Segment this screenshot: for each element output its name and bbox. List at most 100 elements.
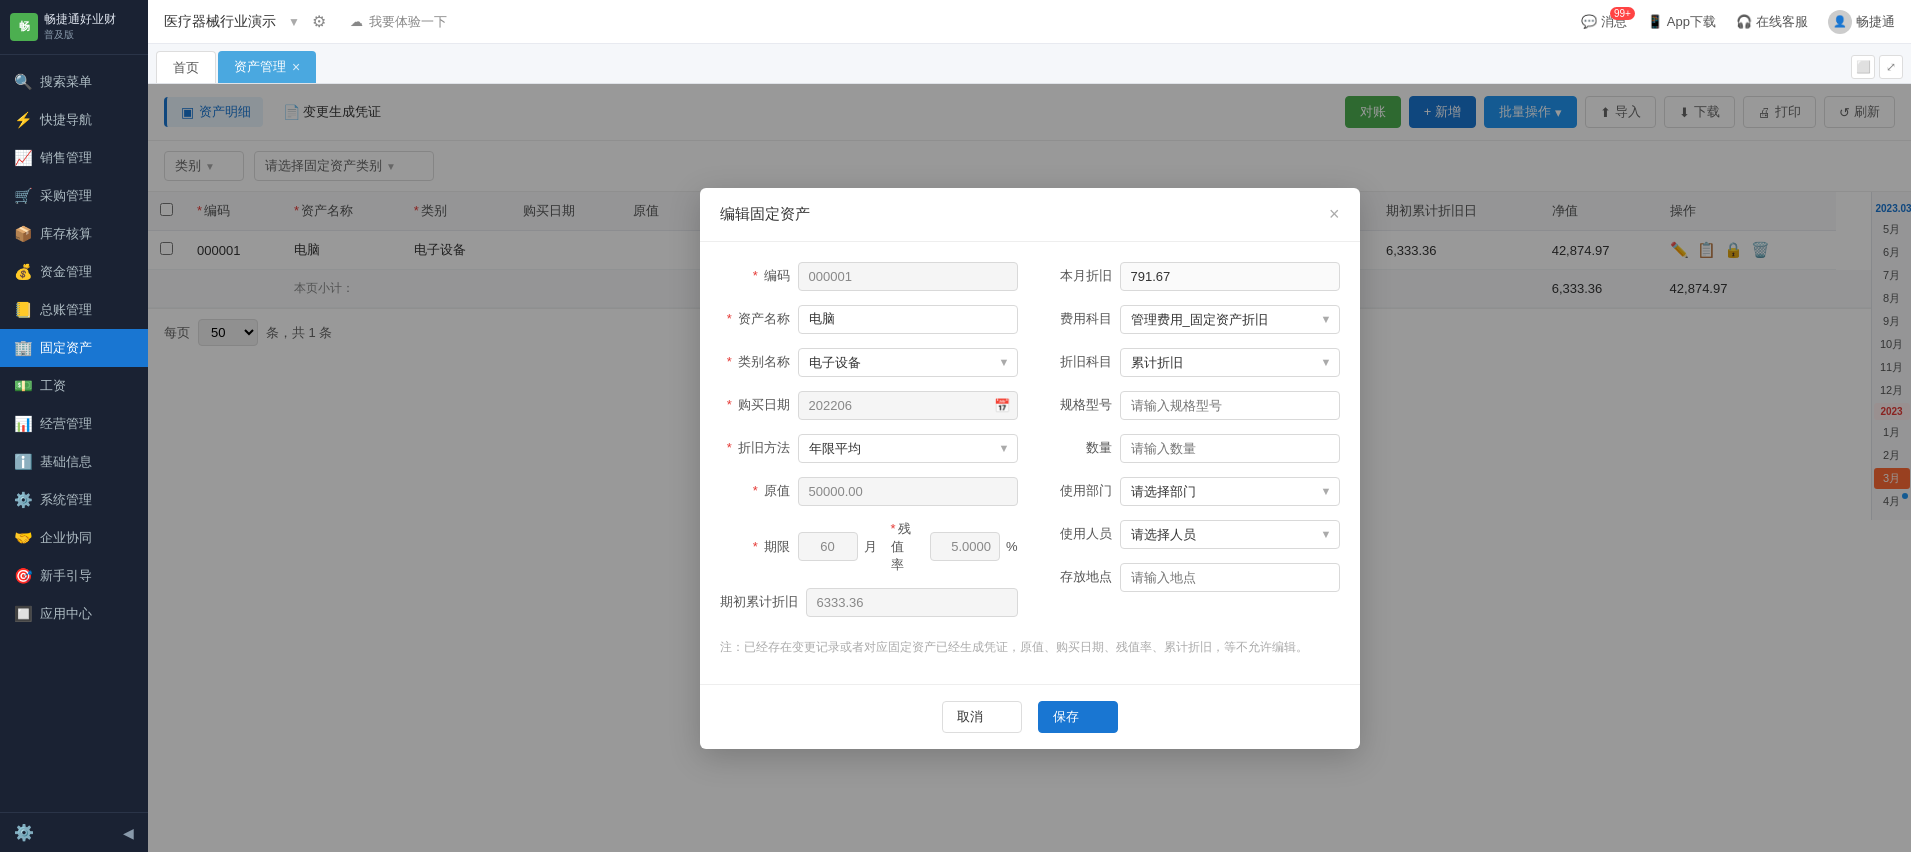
purchase-date-label: * 购买日期 (720, 396, 790, 414)
username: 畅捷通 (1856, 13, 1895, 31)
sidebar-item-fixed-assets[interactable]: 🏢 固定资产 (0, 329, 148, 367)
field-life-residual: * 期限 月 *残值率 (720, 520, 1018, 574)
user-avatar: 👤 (1828, 10, 1852, 34)
department-select[interactable]: 请选择部门 (1120, 477, 1340, 506)
message-count: 99+ (1610, 7, 1635, 20)
field-original-value: * 原值 (720, 477, 1018, 506)
sidebar-item-nav[interactable]: ⚡ 快捷导航 (0, 101, 148, 139)
code-input[interactable] (798, 262, 1018, 291)
form-left-col: * 编码 * 资产名称 (720, 262, 1018, 631)
collapse-icon[interactable]: ◀ (123, 825, 134, 841)
method-select[interactable]: 年限平均 (798, 434, 1018, 463)
category-select-wrap: 电子设备 ▼ (798, 348, 1018, 377)
sidebar-item-ledger[interactable]: 📒 总账管理 (0, 291, 148, 329)
settings-gear-icon[interactable]: ⚙ (312, 12, 326, 31)
calendar-icon[interactable]: 📅 (994, 398, 1010, 413)
tab-close-icon[interactable]: × (292, 59, 300, 75)
logo-icon: 畅 (10, 13, 38, 41)
modal-body: * 编码 * 资产名称 (700, 242, 1360, 684)
category-select[interactable]: 电子设备 (798, 348, 1018, 377)
modal-close-button[interactable]: × (1329, 204, 1340, 225)
person-select[interactable]: 请选择人员 (1120, 520, 1340, 549)
person-label: 使用人员 (1042, 525, 1112, 543)
purchase-icon: 🛒 (14, 187, 32, 205)
guide-icon: 🎯 (14, 567, 32, 585)
sidebar-item-guide[interactable]: 🎯 新手引导 (0, 557, 148, 595)
sidebar-item-inventory[interactable]: 📦 库存核算 (0, 215, 148, 253)
sidebar-item-purchase[interactable]: 🛒 采购管理 (0, 177, 148, 215)
field-purchase-date: * 购买日期 📅 (720, 391, 1018, 420)
fixed-assets-icon: 🏢 (14, 339, 32, 357)
sidebar-item-operations[interactable]: 📊 经营管理 (0, 405, 148, 443)
sidebar-item-label: 固定资产 (40, 339, 92, 357)
window-expand-icon[interactable]: ⤢ (1879, 55, 1903, 79)
modal-footer: 取消 保存 (700, 684, 1360, 749)
online-service-btn[interactable]: 🎧 在线客服 (1736, 13, 1808, 31)
capital-icon: 💰 (14, 263, 32, 281)
method-select-wrap: 年限平均 ▼ (798, 434, 1018, 463)
app-logo: 畅 畅捷通好业财 普及版 (10, 12, 138, 42)
sidebar-item-app-center[interactable]: 🔲 应用中心 (0, 595, 148, 633)
field-code: * 编码 (720, 262, 1018, 291)
sidebar-item-label: 总账管理 (40, 301, 92, 319)
sidebar-item-salary[interactable]: 💵 工资 (0, 367, 148, 405)
sidebar-header: 畅 畅捷通好业财 普及版 (0, 0, 148, 55)
person-wrap: 请选择人员 ▼ (1120, 520, 1340, 549)
residual-rate-label-inline: *残值率 (891, 520, 916, 574)
mobile-icon: 📱 (1647, 14, 1663, 29)
tab-home-label: 首页 (173, 59, 199, 77)
opening-depr-input[interactable] (806, 588, 1018, 617)
life-input[interactable] (798, 532, 858, 561)
user-menu[interactable]: 👤 畅捷通 (1828, 10, 1895, 34)
app-edition: 普及版 (44, 28, 116, 42)
expense-subject-wrap: 管理费用_固定资产折旧 ▼ (1120, 305, 1340, 334)
sidebar-item-enterprise[interactable]: 🤝 企业协同 (0, 519, 148, 557)
original-value-label: * 原值 (720, 482, 790, 500)
experience-btn[interactable]: ☁ 我要体验一下 (350, 13, 447, 31)
tab-asset-management[interactable]: 资产管理 × (218, 51, 316, 83)
field-person: 使用人员 请选择人员 ▼ (1042, 520, 1340, 549)
purchase-date-input[interactable] (798, 391, 1018, 420)
sidebar-item-system[interactable]: ⚙️ 系统管理 (0, 481, 148, 519)
tab-asset-label: 资产管理 (234, 58, 286, 76)
residual-rate-input[interactable] (930, 532, 1000, 561)
sidebar-item-label: 销售管理 (40, 149, 92, 167)
cancel-button[interactable]: 取消 (942, 701, 1022, 733)
enterprise-icon: 🤝 (14, 529, 32, 547)
app-download-btn[interactable]: 📱 App下载 (1647, 13, 1716, 31)
sidebar-item-basic-info[interactable]: ℹ️ 基础信息 (0, 443, 148, 481)
code-label: * 编码 (720, 267, 790, 285)
app-download-label: App下载 (1667, 13, 1716, 31)
project-dropdown-icon[interactable]: ▼ (288, 15, 300, 29)
headset-icon: 🎧 (1736, 14, 1752, 29)
system-icon: ⚙️ (14, 491, 32, 509)
sidebar-item-label: 经营管理 (40, 415, 92, 433)
sidebar-item-search[interactable]: 🔍 搜索菜单 (0, 63, 148, 101)
message-btn[interactable]: 💬 消息 99+ (1581, 13, 1627, 31)
field-quantity: 数量 (1042, 434, 1340, 463)
main-area: 医疗器械行业演示 ▼ ⚙ ☁ 我要体验一下 💬 消息 99+ 📱 App下载 🎧 (148, 0, 1911, 852)
quantity-input[interactable] (1120, 434, 1340, 463)
sidebar-item-capital[interactable]: 💰 资金管理 (0, 253, 148, 291)
modal-header: 编辑固定资产 × (700, 188, 1360, 242)
spec-input[interactable] (1120, 391, 1340, 420)
online-service-label: 在线客服 (1756, 13, 1808, 31)
expense-subject-select[interactable]: 管理费用_固定资产折旧 (1120, 305, 1340, 334)
settings-icon[interactable]: ⚙️ (14, 823, 34, 842)
original-value-input[interactable] (798, 477, 1018, 506)
topbar-right: 💬 消息 99+ 📱 App下载 🎧 在线客服 👤 畅捷通 (1581, 10, 1895, 34)
edit-asset-modal: 编辑固定资产 × * 编码 (700, 188, 1360, 749)
sales-icon: 📈 (14, 149, 32, 167)
depr-subject-select[interactable]: 累计折旧 (1120, 348, 1340, 377)
asset-name-label: * 资产名称 (720, 310, 790, 328)
field-method: * 折旧方法 年限平均 ▼ (720, 434, 1018, 463)
save-button[interactable]: 保存 (1038, 701, 1118, 733)
window-restore-icon[interactable]: ⬜ (1851, 55, 1875, 79)
nav-icon: ⚡ (14, 111, 32, 129)
life-unit: 月 (864, 538, 877, 556)
tab-home[interactable]: 首页 (156, 51, 216, 83)
sidebar-item-sales[interactable]: 📈 销售管理 (0, 139, 148, 177)
form-right-col: 本月折旧 费用科目 管理费用_固定资产折旧 (1042, 262, 1340, 631)
location-input[interactable] (1120, 563, 1340, 592)
asset-name-input[interactable] (798, 305, 1018, 334)
